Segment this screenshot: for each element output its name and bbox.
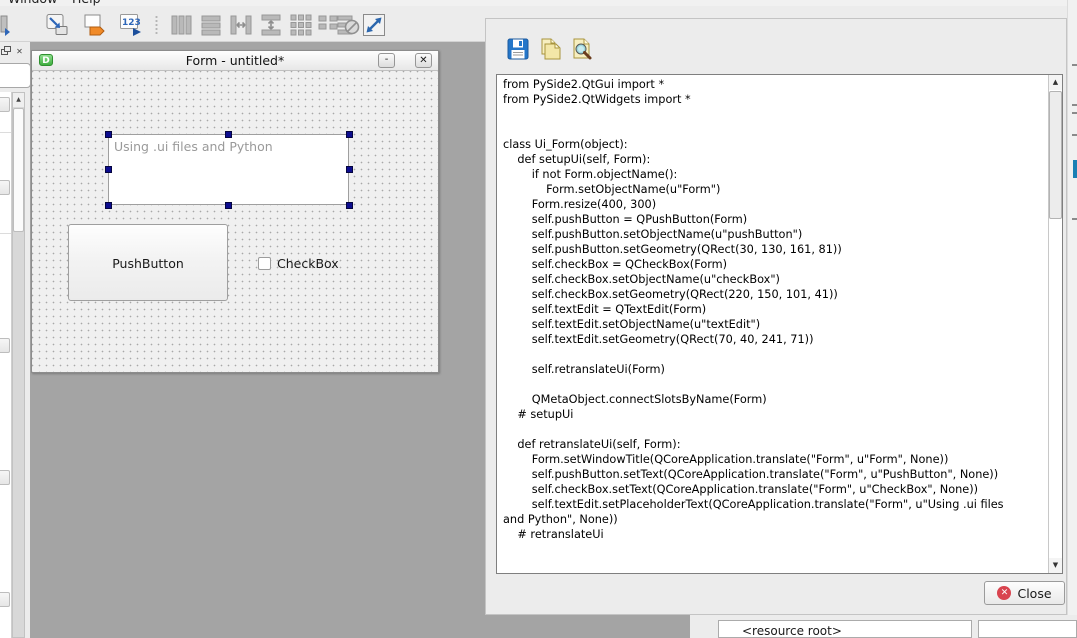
form-window-titlebar[interactable]: D Form - untitled* - ✕ [32,51,438,71]
scroll-up-icon[interactable]: ▲ [1049,75,1062,90]
minimize-button[interactable]: - [378,53,395,68]
edit-buddies-icon[interactable] [82,12,108,38]
copy-icon[interactable] [538,37,562,61]
close-button[interactable]: ✕ [415,53,432,68]
code-view[interactable]: from PySide2.QtGui import * from PySide2… [496,74,1063,574]
selection-handle[interactable] [105,131,112,138]
checkbox-box[interactable] [258,257,271,270]
widget-box-list[interactable] [0,92,12,638]
close-button-label: Close [1017,586,1051,601]
list-separator [0,233,11,234]
pushbutton-widget[interactable]: PushButton [68,224,228,301]
adjust-size-icon[interactable] [361,12,387,38]
layout-horizontal-icon[interactable] [168,12,194,38]
edge-tick [1072,134,1077,136]
widget-box-scrollbar[interactable]: ▲ [12,92,25,638]
dialog-close-button[interactable]: ✕ Close [984,581,1065,605]
textedit-placeholder: Using .ui files and Python [114,139,273,154]
scroll-down-icon[interactable]: ▼ [1049,558,1062,573]
resource-root-item[interactable]: <resource root> [742,624,842,638]
widget-filter-input[interactable] [0,63,31,88]
layout-horizontal-splitter-icon[interactable] [228,12,254,38]
edge-tick [1072,218,1077,220]
selection-handle[interactable] [346,131,353,138]
edge-highlight [1073,160,1077,178]
checkbox-label: CheckBox [277,257,339,270]
edge-tick [1072,104,1077,106]
qt-designer-screen: Window Help 123 [0,0,1077,638]
resource-tree-panel[interactable]: <resource root> [718,620,972,638]
selection-handle[interactable] [225,131,232,138]
form-editor-window: D Form - untitled* - ✕ Using .ui files a… [31,50,439,373]
widget-category-row[interactable] [0,592,10,607]
edit-signals-slots-icon[interactable] [44,12,70,38]
close-icon[interactable]: ✕ [14,46,25,58]
edit-widgets-icon[interactable] [0,12,11,38]
code-scrollbar[interactable]: ▲ ▼ [1048,75,1062,573]
break-layout-icon[interactable] [335,12,361,38]
widget-box-dock: ✕ ▲ [0,42,30,638]
right-panel-edge [1067,0,1077,615]
selection-handle[interactable] [346,202,353,209]
selection-handle[interactable] [225,202,232,209]
list-separator [0,132,11,133]
edge-tick [1072,64,1077,66]
save-icon[interactable] [506,37,530,61]
view-code-dialog: from PySide2.QtGui import * from PySide2… [485,18,1067,615]
scroll-up-icon[interactable]: ▲ [13,93,24,107]
selection-handle[interactable] [346,166,353,173]
scrollbar-thumb[interactable] [13,108,24,232]
svg-text:123: 123 [122,18,141,28]
float-icon[interactable] [1,46,12,58]
widget-category-row[interactable] [0,97,10,112]
pushbutton-label: PushButton [69,256,227,271]
toolbar-separator [155,15,158,35]
layout-grid-icon[interactable] [288,12,314,38]
edge-tick [1072,112,1077,114]
selection-handle[interactable] [105,202,112,209]
find-icon[interactable] [570,37,594,61]
resource-browser-dock: <resource root> [690,615,1077,638]
edit-tab-order-icon[interactable]: 123 [118,12,144,38]
widget-category-row[interactable] [0,470,10,485]
layout-vertical-splitter-icon[interactable] [258,12,284,38]
widget-category-row[interactable] [0,180,10,195]
close-x-icon: ✕ [997,586,1011,600]
widget-category-row[interactable] [0,338,10,353]
textedit-widget[interactable]: Using .ui files and Python [108,134,349,205]
generated-code-text[interactable]: from PySide2.QtGui import * from PySide2… [497,75,1048,573]
resource-list-panel[interactable] [978,620,1077,638]
selection-handle[interactable] [105,166,112,173]
layout-vertical-icon[interactable] [198,12,224,38]
scrollbar-thumb[interactable] [1049,91,1062,219]
form-canvas[interactable]: Using .ui files and Python PushButton Ch… [32,71,438,372]
